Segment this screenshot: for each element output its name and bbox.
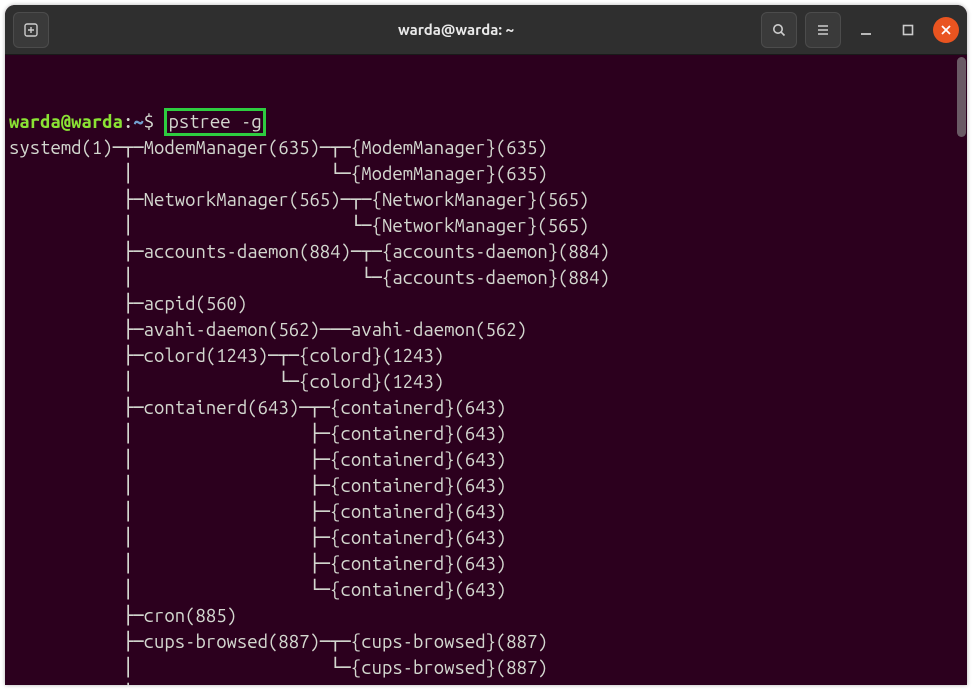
hamburger-icon: [815, 22, 831, 38]
prompt-line: warda@warda:~$ pstree -g: [9, 112, 266, 132]
command-highlight: pstree -g: [164, 108, 265, 136]
new-tab-button[interactable]: [13, 12, 49, 48]
prompt-path: ~: [133, 112, 143, 132]
terminal-body[interactable]: warda@warda:~$ pstree -g systemd(1)─┬─Mo…: [5, 55, 967, 685]
titlebar: warda@warda: ~: [5, 5, 967, 55]
minimize-icon: [859, 23, 873, 37]
close-icon: [940, 24, 952, 36]
search-icon: [771, 22, 787, 38]
window-title: warda@warda: ~: [213, 21, 699, 38]
close-button[interactable]: [933, 17, 959, 43]
new-tab-icon: [23, 22, 39, 38]
prompt-userhost: warda@warda: [9, 112, 123, 132]
pstree-output: systemd(1)─┬─ModemManager(635)─┬─{ModemM…: [9, 138, 610, 685]
search-button[interactable]: [761, 12, 797, 48]
prompt-symbol: $: [144, 112, 154, 132]
prompt-sep: :: [123, 112, 133, 132]
maximize-button[interactable]: [891, 12, 925, 48]
command-text: pstree -g: [168, 112, 261, 132]
minimize-button[interactable]: [849, 12, 883, 48]
menu-button[interactable]: [805, 12, 841, 48]
terminal-window: warda@warda: ~: [5, 5, 967, 685]
scrollbar-thumb[interactable]: [957, 57, 966, 137]
maximize-icon: [901, 23, 915, 37]
